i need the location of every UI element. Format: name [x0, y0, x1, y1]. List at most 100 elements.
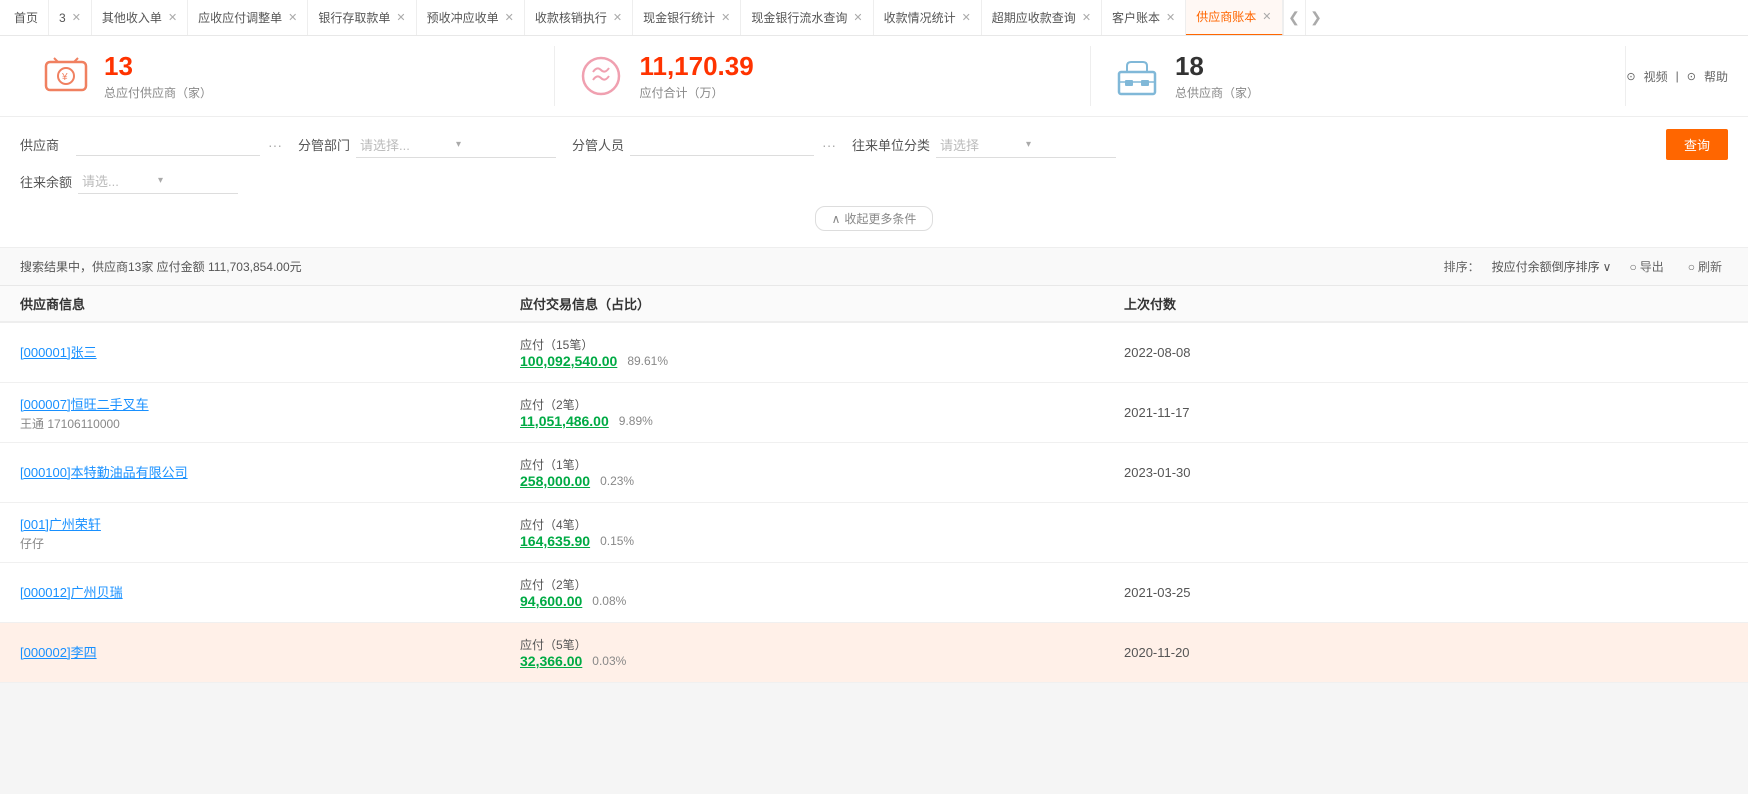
nav-tab-ap-adjustment-label: 应收应付调整单 — [198, 9, 282, 26]
help-icon: ⊙ — [1687, 70, 1696, 83]
person-input[interactable] — [630, 134, 814, 156]
tx-label-1: 应付（2笔） — [520, 396, 1124, 413]
tx-row-0: 100,092,540.00 89.61% — [520, 353, 1124, 369]
nav-tab-other-income-label: 其他收入单 — [102, 9, 162, 26]
supplier-info-0: [000001]张三 — [20, 342, 520, 363]
supplier-info-2: [000100]本特勤油品有限公司 — [20, 462, 520, 483]
supplier-link-0[interactable]: [000001]张三 — [20, 342, 520, 361]
balance-select[interactable]: 请选... ▾ — [78, 168, 238, 194]
circle-icon: ⊙ — [1626, 70, 1635, 83]
supplier-link-3[interactable]: [001]广州荣轩 — [20, 514, 520, 533]
separator: | — [1676, 69, 1679, 83]
close-tab-3[interactable]: ✕ — [72, 11, 81, 24]
supplier-link-4[interactable]: [000012]广州贝瑞 — [20, 582, 520, 601]
total-ap-supplier-label: 总应付供应商（家） — [104, 84, 212, 101]
tx-info-1: 应付（2笔） 11,051,486.00 9.89% — [520, 396, 1124, 429]
tx-row-5: 32,366.00 0.03% — [520, 653, 1124, 669]
query-button[interactable]: 查询 — [1666, 129, 1728, 160]
tx-amount-0[interactable]: 100,092,540.00 — [520, 353, 617, 369]
top-navigation: 首页 3 ✕ 其他收入单 ✕ 应收应付调整单 ✕ 银行存取款单 ✕ 预收冲应收单… — [0, 0, 1748, 36]
nav-tab-cash-bank-stat-label: 现金银行统计 — [643, 9, 715, 26]
table-row: [000012]广州贝瑞 应付（2笔） 94,600.00 0.08% 2021… — [0, 563, 1748, 623]
nav-tab-other-income[interactable]: 其他收入单 ✕ — [92, 0, 188, 36]
summary-card-3-info: 18 总供应商（家） — [1175, 51, 1259, 101]
nav-tab-customer-account-label: 客户账本 — [1112, 9, 1160, 26]
close-overdue-ap[interactable]: ✕ — [1082, 11, 1091, 24]
nav-tab-payment-review-label: 收款核销执行 — [535, 9, 607, 26]
nav-tab-prepay-collection[interactable]: 预收冲应收单 ✕ — [417, 0, 525, 36]
filter-category: 往来单位分类 请选择 ▾ — [852, 132, 1116, 158]
ap-total-icon — [575, 50, 627, 102]
export-label: 导出 — [1640, 258, 1664, 275]
collapse-label: 收起更多条件 — [844, 210, 916, 227]
tx-row-2: 258,000.00 0.23% — [520, 473, 1124, 489]
supplier-link-1[interactable]: [000007]恒旺二手叉车 — [20, 394, 520, 413]
supplier-input[interactable] — [76, 134, 260, 156]
supplier-ap-icon: ¥ — [40, 50, 92, 102]
tx-amount-1[interactable]: 11,051,486.00 — [520, 413, 609, 429]
tx-amount-4[interactable]: 94,600.00 — [520, 593, 582, 609]
close-cash-bank-stat[interactable]: ✕ — [721, 11, 730, 24]
nav-tab-customer-account[interactable]: 客户账本 ✕ — [1102, 0, 1186, 36]
help-link[interactable]: 帮助 — [1704, 68, 1728, 85]
nav-tab-supplier-account[interactable]: 供应商账本 ✕ — [1186, 0, 1282, 36]
close-cash-bank-flow[interactable]: ✕ — [853, 11, 862, 24]
nav-tab-bank-deposit[interactable]: 银行存取款单 ✕ — [308, 0, 416, 36]
supplier-info-4: [000012]广州贝瑞 — [20, 582, 520, 603]
nav-tab-bank-deposit-label: 银行存取款单 — [318, 9, 390, 26]
nav-tab-collection-stat[interactable]: 收款情况统计 ✕ — [874, 0, 982, 36]
close-prepay-collection[interactable]: ✕ — [505, 11, 514, 24]
col-header-supplier: 供应商信息 — [20, 294, 520, 313]
close-supplier-account[interactable]: ✕ — [1262, 10, 1271, 23]
supplier-link-2[interactable]: [000100]本特勤油品有限公司 — [20, 462, 520, 481]
export-button[interactable]: ○ 导出 — [1623, 256, 1669, 277]
close-customer-account[interactable]: ✕ — [1166, 11, 1175, 24]
person-dots-icon[interactable]: ··· — [822, 137, 836, 153]
result-bar-right: 排序： 按应付余额倒序排序 ∨ ○ 导出 ○ 刷新 — [1444, 256, 1728, 277]
tx-info-0: 应付（15笔） 100,092,540.00 89.61% — [520, 336, 1124, 369]
tx-amount-2[interactable]: 258,000.00 — [520, 473, 590, 489]
tx-amount-5[interactable]: 32,366.00 — [520, 653, 582, 669]
tx-amount-3[interactable]: 164,635.90 — [520, 533, 590, 549]
nav-prev-arrow[interactable]: ❮ — [1283, 0, 1305, 36]
nav-tab-cash-bank-flow[interactable]: 现金银行流水查询 ✕ — [741, 0, 873, 36]
close-collection-stat[interactable]: ✕ — [962, 11, 971, 24]
nav-tab-supplier-account-label: 供应商账本 — [1196, 8, 1256, 25]
nav-tab-overdue-ap[interactable]: 超期应收款查询 ✕ — [982, 0, 1102, 36]
nav-tab-home-label: 首页 — [14, 9, 38, 26]
supplier-dots-icon[interactable]: ··· — [268, 137, 282, 153]
table-row: [000001]张三 应付（15笔） 100,092,540.00 89.61%… — [0, 323, 1748, 383]
nav-tab-cash-bank-stat[interactable]: 现金银行统计 ✕ — [633, 0, 741, 36]
sort-arrow-icon: ∨ — [1603, 260, 1612, 274]
nav-tab-3[interactable]: 3 ✕ — [49, 0, 92, 36]
close-payment-review[interactable]: ✕ — [613, 11, 622, 24]
table-row: [000100]本特勤油品有限公司 应付（1笔） 258,000.00 0.23… — [0, 443, 1748, 503]
close-ap-adjustment[interactable]: ✕ — [288, 11, 297, 24]
ap-total-label: 应付合计（万） — [639, 84, 753, 101]
category-select[interactable]: 请选择 ▾ — [936, 132, 1116, 158]
supplier-link-5[interactable]: [000002]李四 — [20, 642, 520, 661]
sort-select[interactable]: 按应付余额倒序排序 ∨ — [1492, 258, 1612, 275]
nav-next-arrow[interactable]: ❯ — [1305, 0, 1327, 36]
nav-tab-home[interactable]: 首页 — [4, 0, 49, 36]
last-pay-1: 2021-11-17 — [1124, 405, 1728, 420]
export-icon: ○ — [1629, 260, 1636, 274]
supplier-sub-3: 仔仔 — [20, 535, 520, 552]
refresh-button[interactable]: ○ 刷新 — [1682, 256, 1728, 277]
tx-label-2: 应付（1笔） — [520, 456, 1124, 473]
nav-tab-ap-adjustment[interactable]: 应收应付调整单 ✕ — [188, 0, 308, 36]
video-link[interactable]: 视频 — [1644, 68, 1668, 85]
tx-info-5: 应付（5笔） 32,366.00 0.03% — [520, 636, 1124, 669]
tx-info-2: 应付（1笔） 258,000.00 0.23% — [520, 456, 1124, 489]
col-header-lastpay: 上次付数 — [1124, 294, 1728, 313]
collapse-button[interactable]: ∧ 收起更多条件 — [815, 206, 934, 231]
result-bar: 搜索结果中，供应商13家 应付金额 111,703,854.00元 排序： 按应… — [0, 248, 1748, 286]
tx-percent-4: 0.08% — [592, 594, 626, 608]
nav-tab-payment-review[interactable]: 收款核销执行 ✕ — [525, 0, 633, 36]
close-other-income[interactable]: ✕ — [168, 11, 177, 24]
dept-select[interactable]: 请选择... ▾ — [356, 132, 556, 158]
nav-tab-overdue-ap-label: 超期应收款查询 — [992, 9, 1076, 26]
dept-dropdown-arrow: ▾ — [456, 139, 552, 150]
balance-dropdown-arrow: ▾ — [158, 175, 234, 186]
close-bank-deposit[interactable]: ✕ — [396, 11, 405, 24]
